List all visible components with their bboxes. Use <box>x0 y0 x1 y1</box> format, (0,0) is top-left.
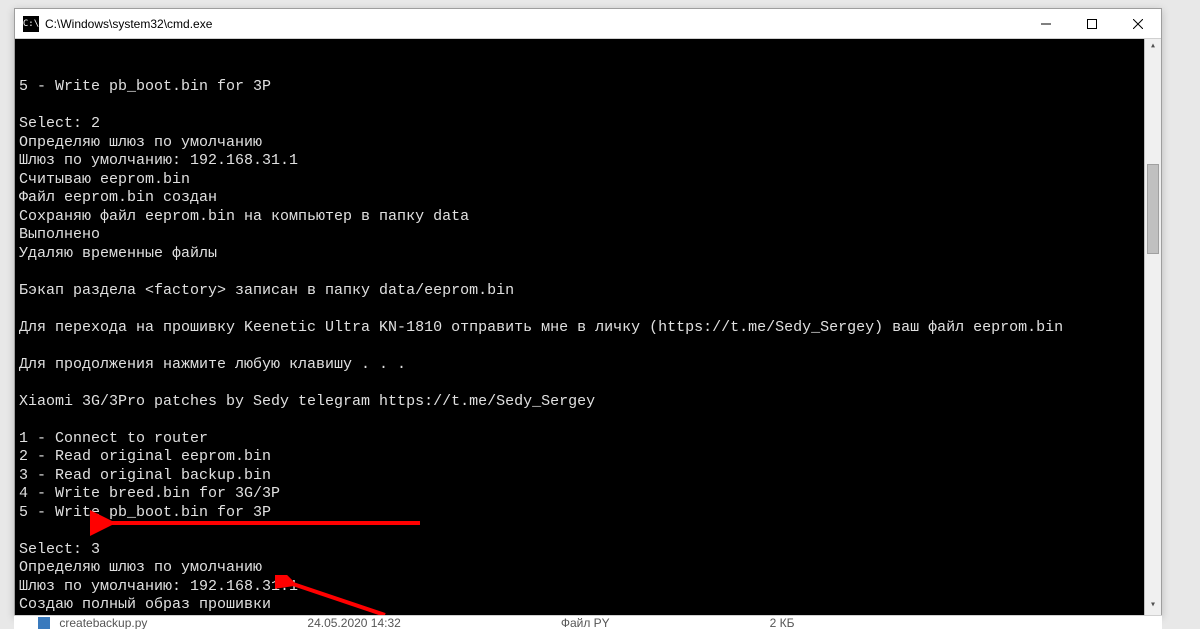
scroll-down-arrow[interactable]: ▾ <box>1145 598 1161 615</box>
file-size: 2 КБ <box>770 616 795 629</box>
python-file-icon <box>38 617 50 629</box>
scroll-track[interactable] <box>1145 56 1161 598</box>
explorer-file-row[interactable]: createbackup.py 24.05.2020 14:32 Файл PY… <box>14 615 1162 629</box>
file-date: 24.05.2020 14:32 <box>307 616 400 629</box>
file-item: createbackup.py <box>38 616 147 629</box>
file-type: Файл PY <box>561 616 610 629</box>
scroll-thumb[interactable] <box>1147 164 1159 254</box>
titlebar[interactable]: C:\ C:\Windows\system32\cmd.exe <box>15 9 1161 39</box>
cmd-icon: C:\ <box>23 16 39 32</box>
scroll-up-arrow[interactable]: ▴ <box>1145 39 1161 56</box>
maximize-button[interactable] <box>1069 9 1115 38</box>
terminal-output[interactable]: 5 - Write pb_boot.bin for 3P Select: 2 О… <box>15 39 1161 615</box>
vertical-scrollbar[interactable]: ▴ ▾ <box>1144 39 1161 615</box>
minimize-button[interactable] <box>1023 9 1069 38</box>
file-name: createbackup.py <box>59 616 147 629</box>
cmd-window: C:\ C:\Windows\system32\cmd.exe 5 - Writ… <box>14 8 1162 616</box>
window-title: C:\Windows\system32\cmd.exe <box>45 17 212 31</box>
window-controls <box>1023 9 1161 38</box>
close-button[interactable] <box>1115 9 1161 38</box>
